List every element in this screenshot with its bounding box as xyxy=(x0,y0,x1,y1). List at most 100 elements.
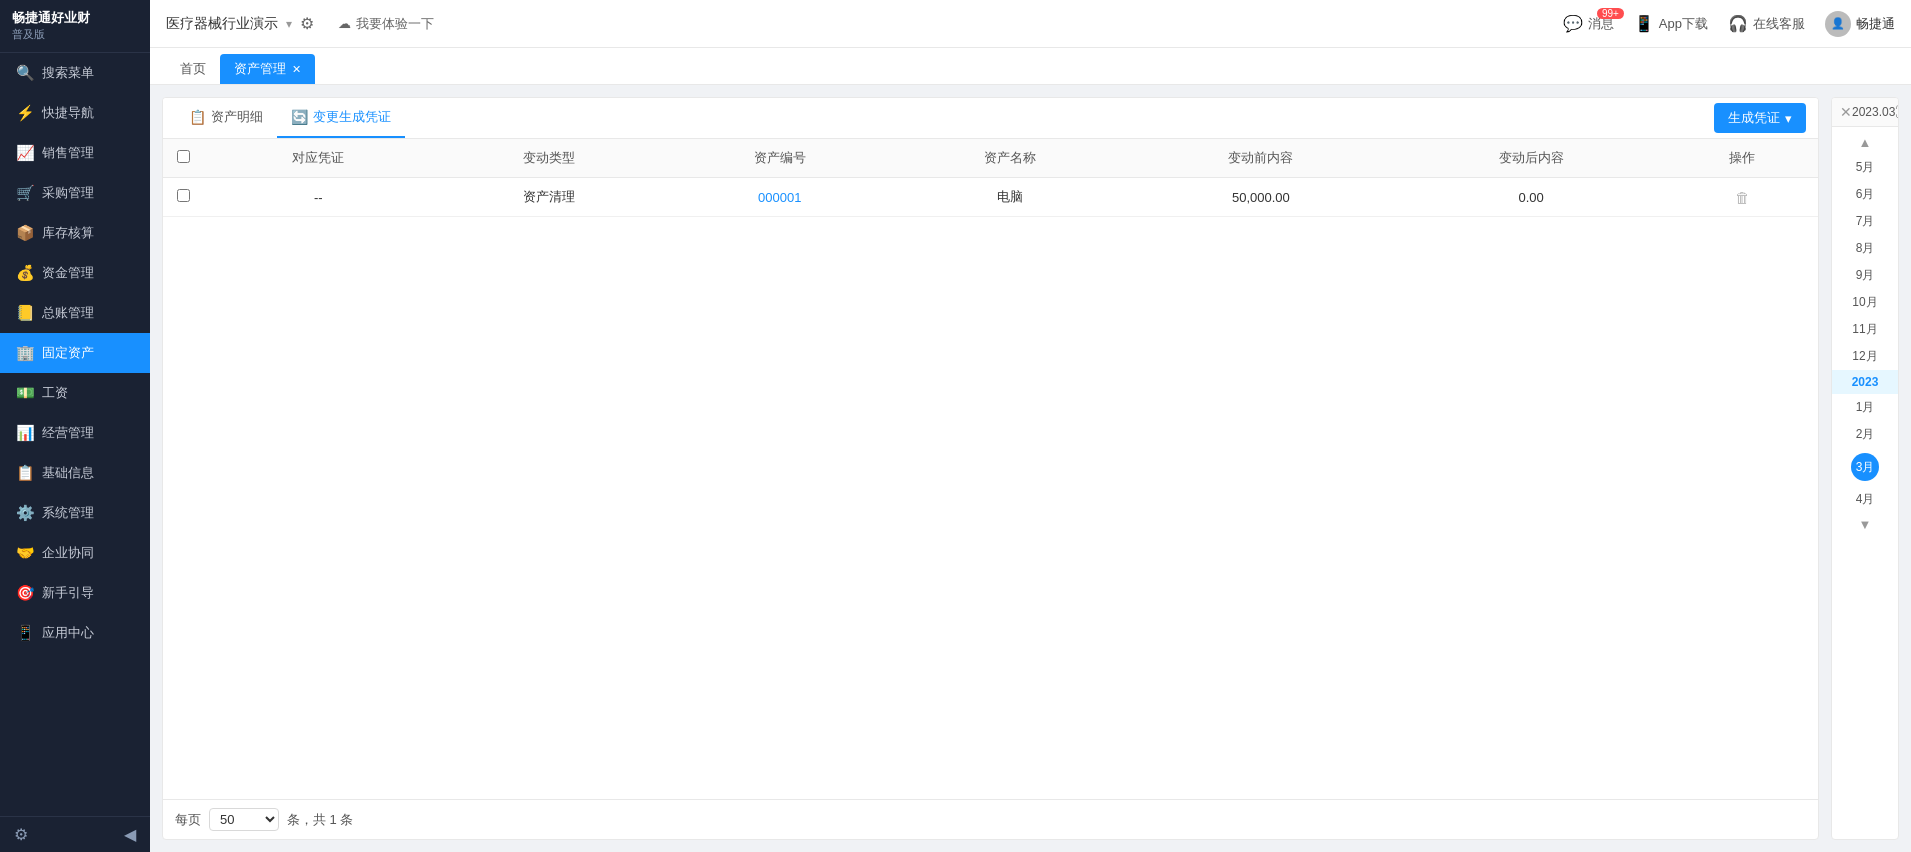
table-toolbar: 生成凭证 ▾ xyxy=(1714,99,1806,137)
customer-service-label: 在线客服 xyxy=(1753,15,1805,33)
sidebar-label-ledger: 总账管理 xyxy=(42,304,94,322)
th-voucher: 对应凭证 xyxy=(203,139,434,178)
generate-voucher-button[interactable]: 生成凭证 ▾ xyxy=(1714,103,1806,133)
main-content: 医疗器械行业演示 ▾ ⚙ ☁ 我要体验一下 💬 消息 99+ 📱 App下载 🎧… xyxy=(150,0,1911,852)
sidebar-label-system: 系统管理 xyxy=(42,504,94,522)
sidebar-item-guide[interactable]: 🎯 新手引导 xyxy=(0,573,150,613)
table-body: -- 资产清理 000001 电脑 50,000.00 0.00 🗑 xyxy=(163,178,1818,217)
message-icon: 💬 xyxy=(1563,14,1583,33)
company-dropdown-icon[interactable]: ▾ xyxy=(286,17,292,31)
app-download-button[interactable]: 📱 App下载 xyxy=(1634,14,1708,33)
sidebar-bottom: ⚙ ◀ xyxy=(0,816,150,852)
right-panel-expand-icon[interactable]: ⛶ xyxy=(1895,104,1899,120)
search-icon: 🔍 xyxy=(16,64,34,82)
calendar-down-nav[interactable]: ▼ xyxy=(1832,513,1898,536)
calendar-month-2023-2月[interactable]: 2月 xyxy=(1832,421,1898,448)
experience-label: 我要体验一下 xyxy=(356,15,434,33)
calendar-month-12月[interactable]: 12月 xyxy=(1832,343,1898,370)
row-checkbox-0[interactable] xyxy=(177,189,190,202)
user-menu[interactable]: 👤 畅捷通 xyxy=(1825,11,1895,37)
active-month-circle: 3月 xyxy=(1851,453,1879,481)
sidebar-item-finance[interactable]: 💰资金管理 xyxy=(0,253,150,293)
right-panel-close-icon[interactable]: ✕ xyxy=(1840,104,1852,120)
change-voucher-label: 变更生成凭证 xyxy=(313,108,391,126)
sidebar-item-quick_nav[interactable]: ⚡快捷导航 xyxy=(0,93,150,133)
app-version: 普及版 xyxy=(12,27,90,42)
table-row: -- 资产清理 000001 电脑 50,000.00 0.00 🗑 xyxy=(163,178,1818,217)
calendar-month-5月[interactable]: 5月 xyxy=(1832,154,1898,181)
tab-asset-detail[interactable]: 📋 资产明细 xyxy=(175,98,277,138)
message-badge: 99+ xyxy=(1597,8,1624,19)
settings-icon[interactable]: ⚙ xyxy=(14,825,28,844)
calendar-month-10月[interactable]: 10月 xyxy=(1832,289,1898,316)
sidebar-item-sales[interactable]: 📈销售管理 xyxy=(0,133,150,173)
sidebar-item-payroll[interactable]: 💵工资 xyxy=(0,373,150,413)
guide-icon: 🎯 xyxy=(16,584,34,602)
quick_nav-icon: ⚡ xyxy=(16,104,34,122)
user-name: 畅捷通 xyxy=(1856,15,1895,33)
company-settings-icon[interactable]: ⚙ xyxy=(300,14,314,33)
sidebar-item-basic_info[interactable]: 📋基础信息 xyxy=(0,453,150,493)
sidebar-label-operations: 经营管理 xyxy=(42,424,94,442)
td-voucher-0: -- xyxy=(203,178,434,217)
sidebar-item-app_center[interactable]: 📱应用中心 xyxy=(0,613,150,653)
sidebar-item-system[interactable]: ⚙️系统管理 xyxy=(0,493,150,533)
generate-voucher-label: 生成凭证 xyxy=(1728,109,1780,127)
tab-home[interactable]: 首页 xyxy=(166,54,220,84)
calendar-up-nav[interactable]: ▲ xyxy=(1832,131,1898,154)
calendar-month-9月[interactable]: 9月 xyxy=(1832,262,1898,289)
calendar-month-2023-1月[interactable]: 1月 xyxy=(1832,394,1898,421)
customer-service-icon: 🎧 xyxy=(1728,14,1748,33)
select-all-checkbox[interactable] xyxy=(177,150,190,163)
asset-detail-icon: 📋 xyxy=(189,109,206,125)
company-name[interactable]: 医疗器械行业演示 xyxy=(166,15,278,33)
app-download-label: App下载 xyxy=(1659,15,1708,33)
asset-detail-label: 资产明细 xyxy=(211,108,263,126)
sidebar-scroll: 🔍搜索菜单⚡快捷导航📈销售管理🛒采购管理 📦 库存核算 💰资金管理📒总账管理🏢固定资产… xyxy=(0,53,150,816)
app_center-icon: 📱 xyxy=(16,624,34,642)
total-label: 条，共 1 条 xyxy=(287,811,353,829)
tab-change-voucher[interactable]: 🔄 变更生成凭证 xyxy=(277,98,405,138)
message-button[interactable]: 💬 消息 99+ xyxy=(1563,14,1614,33)
tab-close-icon[interactable]: ✕ xyxy=(292,63,301,76)
calendar-month-2023-3月[interactable]: 3月 xyxy=(1832,448,1898,486)
generate-dropdown-icon: ▾ xyxy=(1785,111,1792,126)
sidebar-label-cooperation: 企业协同 xyxy=(42,544,94,562)
experience-button[interactable]: ☁ 我要体验一下 xyxy=(338,15,434,33)
delete-icon-0[interactable]: 🗑 xyxy=(1735,189,1750,206)
sidebar: 畅捷通好业财 普及版 🔍搜索菜单⚡快捷导航📈销售管理🛒采购管理 📦 库存核算 💰资金管… xyxy=(0,0,150,852)
sidebar-item-inventory[interactable]: 📦 库存核算 xyxy=(0,213,150,253)
per-page-select[interactable]: 50 10 20 100 xyxy=(209,808,279,831)
calendar-month-2023-4月[interactable]: 4月 xyxy=(1832,486,1898,513)
calendar-month-6月[interactable]: 6月 xyxy=(1832,181,1898,208)
sidebar-item-cooperation[interactable]: 🤝 企业协同 xyxy=(0,533,150,573)
app-name: 畅捷通好业财 xyxy=(12,10,90,27)
pagination: 每页 50 10 20 100 条，共 1 条 xyxy=(163,799,1818,839)
sales-icon: 📈 xyxy=(16,144,34,162)
sidebar-label-payroll: 工资 xyxy=(42,384,68,402)
calendar-month-11月[interactable]: 11月 xyxy=(1832,316,1898,343)
sidebar-item-purchase[interactable]: 🛒采购管理 xyxy=(0,173,150,213)
sidebar-label-guide: 新手引导 xyxy=(42,584,94,602)
topbar: 医疗器械行业演示 ▾ ⚙ ☁ 我要体验一下 💬 消息 99+ 📱 App下载 🎧… xyxy=(150,0,1911,48)
sidebar-item-operations[interactable]: 📊经营管理 xyxy=(0,413,150,453)
sidebar-label-fixed_assets: 固定资产 xyxy=(42,344,94,362)
app-download-icon: 📱 xyxy=(1634,14,1654,33)
calendar-month-7月[interactable]: 7月 xyxy=(1832,208,1898,235)
sidebar-logo: 畅捷通好业财 普及版 xyxy=(0,0,150,53)
sidebar-item-fixed_assets[interactable]: 🏢固定资产 xyxy=(0,333,150,373)
content-area: 📋 资产明细 🔄 变更生成凭证 生成凭证 ▾ xyxy=(150,85,1911,852)
customer-service-button[interactable]: 🎧 在线客服 xyxy=(1728,14,1805,33)
cooperation-icon: 🤝 xyxy=(16,544,34,562)
td-checkbox-0 xyxy=(163,178,203,217)
collapse-icon[interactable]: ◀ xyxy=(124,825,136,844)
calendar-month-8月[interactable]: 8月 xyxy=(1832,235,1898,262)
sidebar-label-basic_info: 基础信息 xyxy=(42,464,94,482)
topbar-left: 医疗器械行业演示 ▾ ⚙ ☁ 我要体验一下 xyxy=(166,14,434,33)
tab-asset-management[interactable]: 资产管理 ✕ xyxy=(220,54,315,84)
sidebar-item-ledger[interactable]: 📒总账管理 xyxy=(0,293,150,333)
right-panel: ✕ 2023.03 ⛶ ▲ 5月6月7月8月9月10月11月12月20231月2… xyxy=(1831,97,1899,840)
inventory-icon: 📦 xyxy=(16,224,34,242)
sidebar-item-search[interactable]: 🔍搜索菜单 xyxy=(0,53,150,93)
sidebar-label-inventory: 库存核算 xyxy=(42,224,94,242)
